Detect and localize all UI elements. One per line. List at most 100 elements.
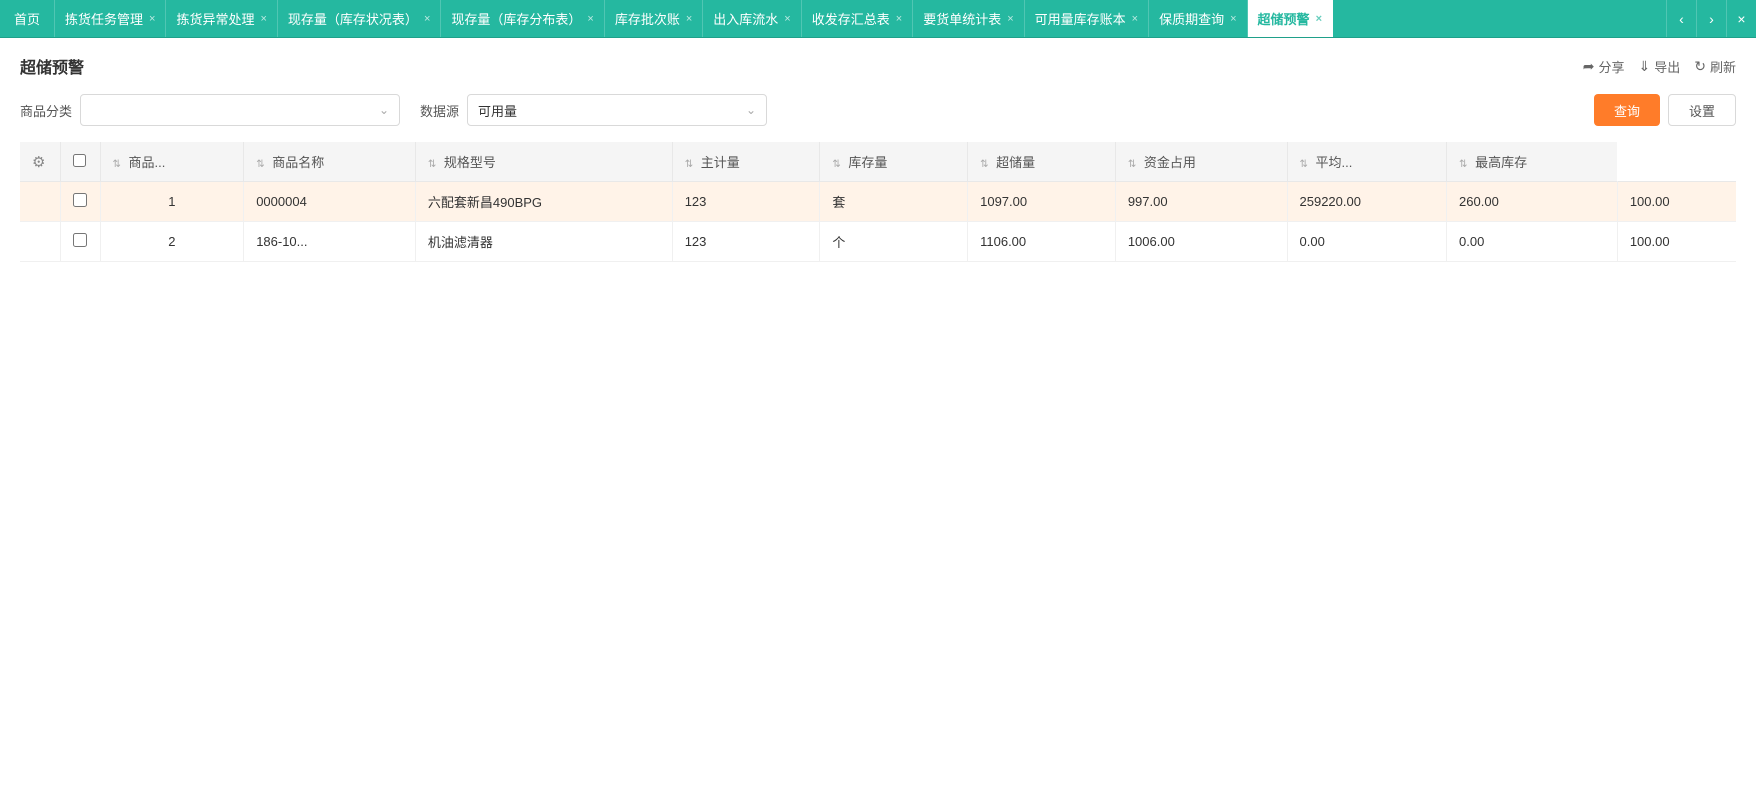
th-spec[interactable]: ⇅ 规格型号 <box>415 142 672 182</box>
query-button[interactable]: 查询 <box>1594 94 1660 126</box>
sort-icon: ⇅ <box>980 159 988 170</box>
nav-item-task-mgmt[interactable]: 拣货任务管理 × <box>55 0 166 37</box>
nav-close-icon[interactable]: × <box>424 13 430 25</box>
row-number: 1 <box>100 182 244 222</box>
nav-item-overstock-warning[interactable]: 超储预警 × <box>1248 0 1333 37</box>
nav-item-stock-status[interactable]: 现存量（库存状况表） × <box>278 0 441 37</box>
nav-item-label: 拣货任务管理 <box>65 9 143 28</box>
filter-bar: 商品分类 ⌄ 数据源 可用量 ⌄ 查询 设置 <box>20 94 1736 126</box>
row-checkbox-cell[interactable] <box>60 182 100 222</box>
refresh-action[interactable]: ↻ 刷新 <box>1694 57 1736 76</box>
th-settings[interactable]: ⚙ <box>20 142 60 182</box>
export-action[interactable]: ⇓ 导出 <box>1639 57 1681 76</box>
th-capital-label: 资金占用 <box>1144 155 1196 170</box>
nav-item-inout-flow[interactable]: 出入库流水 × <box>703 0 801 37</box>
nav-item-collect-summary[interactable]: 收发存汇总表 × <box>802 0 913 37</box>
nav-item-stock-batch[interactable]: 库存批次账 × <box>605 0 703 37</box>
th-max-stock-label: 最高库存 <box>1475 155 1527 170</box>
settings-gear-icon[interactable]: ⚙ <box>32 154 45 171</box>
share-label: 分享 <box>1598 57 1624 76</box>
category-filter-group: 商品分类 ⌄ <box>20 94 400 126</box>
th-capital[interactable]: ⇅ 资金占用 <box>1115 142 1287 182</box>
export-label: 导出 <box>1654 57 1680 76</box>
refresh-icon: ↻ <box>1694 58 1706 75</box>
th-stock[interactable]: ⇅ 库存量 <box>820 142 968 182</box>
nav-item-label: 现存量（库存状况表） <box>288 9 418 28</box>
nav-item-stock-dist[interactable]: 现存量（库存分布表） × <box>441 0 604 37</box>
table-header-row: ⚙ ⇅ 商品... ⇅ 商品名称 ⇅ 规格型号 ⇅ <box>20 142 1736 182</box>
nav-arrow-close[interactable]: × <box>1726 0 1756 38</box>
nav-close-icon[interactable]: × <box>896 13 902 25</box>
th-avg[interactable]: ⇅ 平均... <box>1287 142 1447 182</box>
nav-item-label: 要货单统计表 <box>923 9 1001 28</box>
nav-item-label: 收发存汇总表 <box>812 9 890 28</box>
nav-close-icon[interactable]: × <box>686 13 692 25</box>
nav-home-label: 首页 <box>14 9 40 28</box>
nav-arrow-left[interactable]: ‹ <box>1666 0 1696 38</box>
th-spec-label: 规格型号 <box>444 155 496 170</box>
nav-item-label: 库存批次账 <box>615 9 680 28</box>
nav-close-icon[interactable]: × <box>1230 13 1236 25</box>
sort-icon: ⇅ <box>428 159 436 170</box>
nav-close-icon[interactable]: × <box>260 13 266 25</box>
row-stock: 1097.00 <box>968 182 1116 222</box>
share-icon: ➦ <box>1583 58 1595 75</box>
settings-button[interactable]: 设置 <box>1668 94 1736 126</box>
nav-item-label: 现存量（库存分布表） <box>451 9 581 28</box>
header-actions: ➦ 分享 ⇓ 导出 ↻ 刷新 <box>1583 57 1736 76</box>
nav-close-icon[interactable]: × <box>149 13 155 25</box>
sort-icon: ⇅ <box>685 159 693 170</box>
page-title: 超储预警 <box>20 54 84 78</box>
nav-item-label: 保质期查询 <box>1159 9 1224 28</box>
row-checkbox[interactable] <box>73 233 87 247</box>
th-stock-label: 库存量 <box>848 155 887 170</box>
refresh-label: 刷新 <box>1710 57 1736 76</box>
nav-close-icon[interactable]: × <box>1316 13 1322 25</box>
row-checkbox-cell[interactable] <box>60 222 100 262</box>
nav-item-quality-check[interactable]: 保质期查询 × <box>1149 0 1247 37</box>
th-product-code[interactable]: ⇅ 商品... <box>100 142 244 182</box>
nav-close-icon[interactable]: × <box>784 13 790 25</box>
row-overstock: 1006.00 <box>1115 222 1287 262</box>
datasource-select[interactable]: 可用量 ⌄ <box>467 94 767 126</box>
datasource-filter-group: 数据源 可用量 ⌄ <box>420 94 767 126</box>
th-product-name-label: 商品名称 <box>272 155 324 170</box>
row-avg: 0.00 <box>1447 222 1618 262</box>
nav-close-icon[interactable]: × <box>1132 13 1138 25</box>
nav-item-label: 拣货异常处理 <box>176 9 254 28</box>
row-capital: 259220.00 <box>1287 182 1447 222</box>
filter-buttons: 查询 设置 <box>1594 94 1736 126</box>
th-unit[interactable]: ⇅ 主计量 <box>672 142 820 182</box>
th-overstock-label: 超储量 <box>996 155 1035 170</box>
th-product-name[interactable]: ⇅ 商品名称 <box>244 142 416 182</box>
row-product-name: 六配套新昌490BPG <box>415 182 672 222</box>
th-max-stock[interactable]: ⇅ 最高库存 <box>1447 142 1618 182</box>
nav-home[interactable]: 首页 <box>0 0 55 37</box>
th-avg-label: 平均... <box>1316 155 1353 170</box>
nav-item-abnormal[interactable]: 拣货异常处理 × <box>166 0 277 37</box>
row-settings-cell <box>20 182 60 222</box>
select-all-checkbox[interactable] <box>73 154 86 167</box>
th-unit-label: 主计量 <box>701 155 740 170</box>
category-select[interactable]: ⌄ <box>80 94 400 126</box>
row-overstock: 997.00 <box>1115 182 1287 222</box>
nav-item-label: 可用量库存账本 <box>1035 9 1126 28</box>
datasource-value: 可用量 <box>478 101 517 120</box>
nav-close-icon[interactable]: × <box>587 13 593 25</box>
row-checkbox[interactable] <box>73 193 87 207</box>
sort-icon: ⇅ <box>832 159 840 170</box>
sort-icon: ⇅ <box>113 159 121 170</box>
page-container: 超储预警 ➦ 分享 ⇓ 导出 ↻ 刷新 商品分类 ⌄ 数据源 <box>0 38 1756 278</box>
data-table: ⚙ ⇅ 商品... ⇅ 商品名称 ⇅ 规格型号 ⇅ <box>20 142 1736 262</box>
share-action[interactable]: ➦ 分享 <box>1583 57 1625 76</box>
th-product-code-label: 商品... <box>129 155 166 170</box>
nav-close-icon[interactable]: × <box>1007 13 1013 25</box>
th-overstock[interactable]: ⇅ 超储量 <box>968 142 1116 182</box>
row-spec: 123 <box>672 222 820 262</box>
row-spec: 123 <box>672 182 820 222</box>
nav-item-order-stats[interactable]: 要货单统计表 × <box>913 0 1024 37</box>
nav-item-available-stock[interactable]: 可用量库存账本 × <box>1025 0 1149 37</box>
export-icon: ⇓ <box>1639 58 1651 75</box>
th-checkbox[interactable] <box>60 142 100 182</box>
nav-arrow-right[interactable]: › <box>1696 0 1726 38</box>
